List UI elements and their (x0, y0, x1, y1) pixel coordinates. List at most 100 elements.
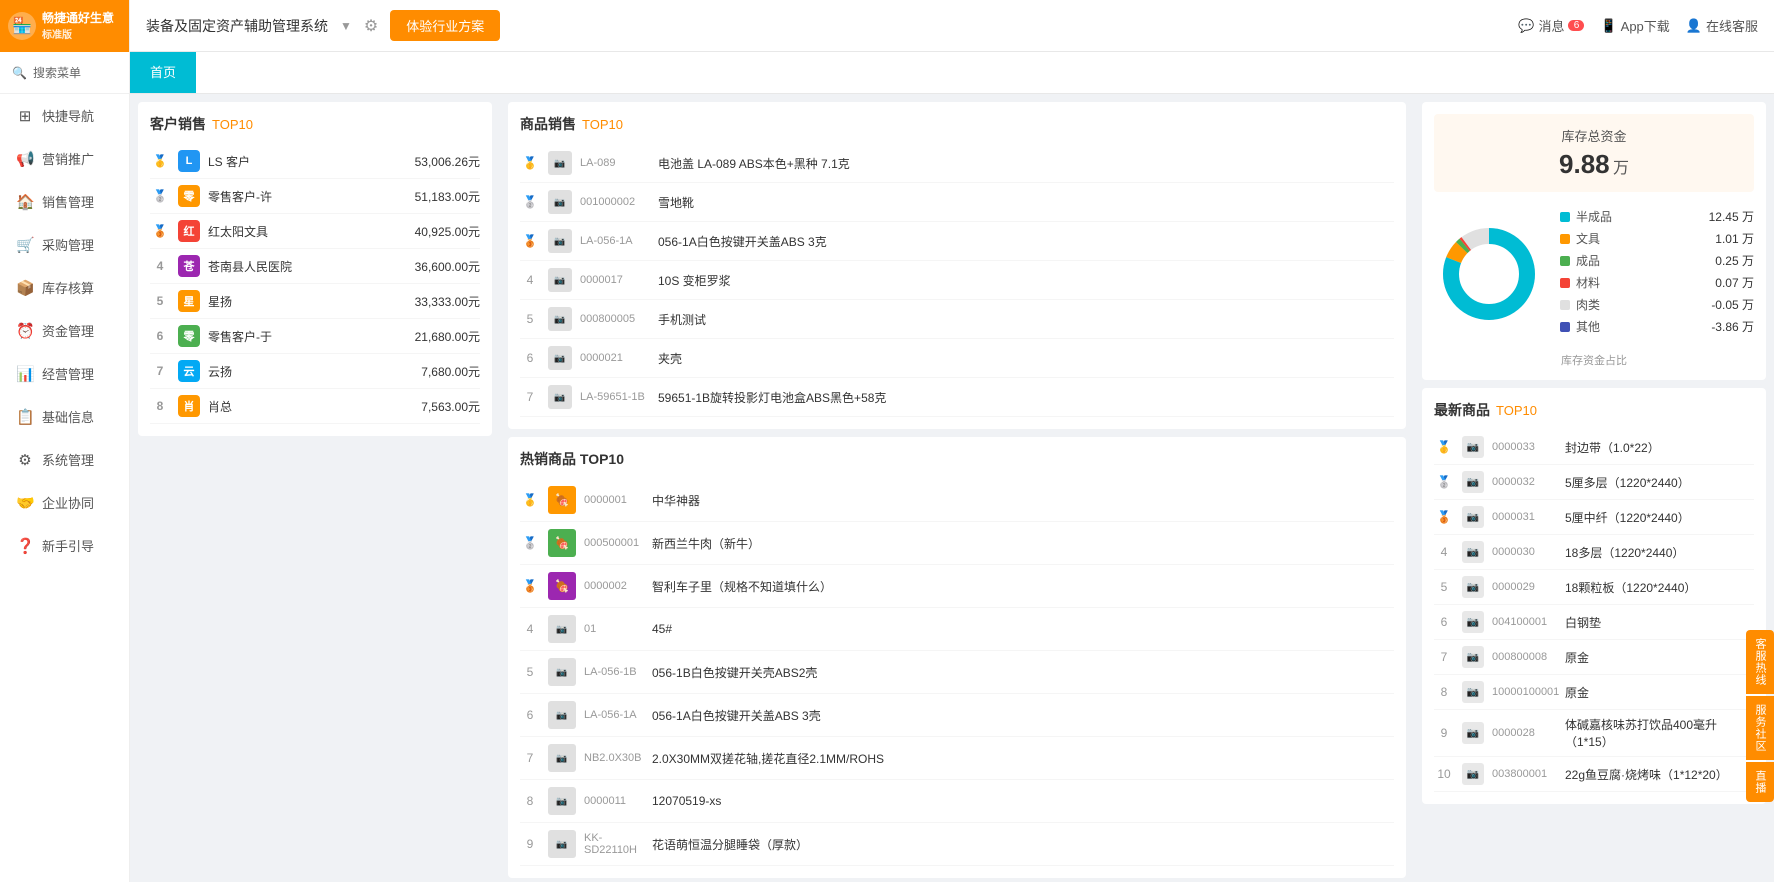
sidebar-item-enterprise[interactable]: 🤝企业协同 (0, 481, 129, 524)
hot-code: 0000001 (584, 494, 644, 506)
hot-rank-num: 9 (520, 837, 540, 851)
product-name: 10S 变柜罗浆 (658, 272, 1394, 289)
latest-product-row: 🥉 📷 0000031 5厘中纤（1220*2440） (1434, 500, 1754, 535)
customer-ranking-row: 6 零 零售客户-于 21,680.00元 (150, 319, 480, 354)
latest-name: 封边带（1.0*22） (1565, 439, 1754, 456)
latest-product-icon: 📷 (1462, 576, 1484, 598)
product-name: 056-1A白色按键开关盖ABS 3克 (658, 233, 1394, 250)
header: 装备及固定资产辅助管理系统 ▼ ⚙ 体验行业方案 💬 消息 6 📱 App下载 … (130, 0, 1774, 52)
main-wrap: 装备及固定资产辅助管理系统 ▼ ⚙ 体验行业方案 💬 消息 6 📱 App下载 … (130, 0, 1774, 882)
online-service-label: 在线客服 (1706, 16, 1758, 35)
ranking-num: 7 (150, 364, 170, 378)
hot-product-img: 🍖 (548, 572, 576, 600)
message-badge: 6 (1568, 20, 1584, 31)
hot-name: 花语萌恒温分腿睡袋（厚款） (652, 836, 1394, 853)
hot-product-row: 9 📷 KK-SD22110H 花语萌恒温分腿睡袋（厚款） (520, 823, 1394, 866)
hot-name: 056-1A白色按键开关盖ABS 3壳 (652, 707, 1394, 724)
latest-name: 白钢垫 (1565, 614, 1754, 631)
latest-name: 5厘多层（1220*2440） (1565, 474, 1754, 491)
legend-item: 半成品 12.45 万 (1560, 208, 1754, 225)
product-top10-label: TOP10 (582, 117, 623, 132)
tab-home[interactable]: 首页 (130, 52, 196, 93)
sidebar-item-marketing[interactable]: 📢营销推广 (0, 137, 129, 180)
service-btn-服务社区[interactable]: 服务社区 (1746, 696, 1774, 760)
legend-label: 半成品 (1576, 208, 1703, 225)
message-item[interactable]: 💬 消息 6 (1518, 16, 1584, 35)
search-section[interactable]: 🔍 搜索菜单 (0, 52, 129, 94)
product-code: 001000002 (580, 196, 650, 208)
search-menu-button[interactable]: 🔍 搜索菜单 (8, 60, 121, 85)
latest-code: 004100001 (1492, 616, 1557, 628)
product-name: 雪地靴 (658, 194, 1394, 211)
product-name: 手机测试 (658, 311, 1394, 328)
hot-product-row: 🥉 🍖 0000002 智利车子里（规格不知道填什么） (520, 565, 1394, 608)
customer-amount: 7,680.00元 (421, 363, 480, 380)
dropdown-arrow-icon[interactable]: ▼ (340, 19, 352, 33)
latest-product-row: 8 📷 10000100001 原金 (1434, 675, 1754, 710)
hot-rank-num: 5 (520, 665, 540, 679)
sidebar-item-inventory[interactable]: 📦库存核算 (0, 266, 129, 309)
sidebar-item-guide[interactable]: ❓新手引导 (0, 524, 129, 567)
hot-rank-num: 🥉 (520, 579, 540, 593)
legend-item: 成品 0.25 万 (1560, 252, 1754, 269)
hot-products-title: 热销商品 TOP10 (520, 449, 1394, 469)
hot-name: 056-1B白色按键开关壳ABS2壳 (652, 664, 1394, 681)
product-ranking-label: 商品销售 (520, 114, 576, 134)
settings-icon[interactable]: ⚙ (364, 16, 378, 36)
customer-ranking-row: 🥈 零 零售客户-许 51,183.00元 (150, 179, 480, 214)
legend-value: 1.01 万 (1715, 230, 1754, 247)
sidebar-item-purchase[interactable]: 🛒采购管理 (0, 223, 129, 266)
sidebar-item-basic[interactable]: 📋基础信息 (0, 395, 129, 438)
product-ranking-row: 7 📷 LA-59651-1B 59651-1B旋转投影灯电池盒ABS黑色+58… (520, 378, 1394, 417)
product-thumbnail: 📷 (548, 385, 572, 409)
sidebar-item-operation[interactable]: 📊经营管理 (0, 352, 129, 395)
sidebar-item-quicknav[interactable]: ⊞快捷导航 (0, 94, 129, 137)
customer-avatar: 云 (178, 360, 200, 382)
tabs: 首页 (130, 52, 1774, 94)
latest-name: 体碱嘉核味苏打饮品400毫升（1*15） (1565, 716, 1754, 750)
hot-product-row: 4 📷 01 45# (520, 608, 1394, 651)
latest-rank-num: 4 (1434, 545, 1454, 559)
hot-name: 新西兰牛肉（新牛） (652, 535, 1394, 552)
legend-item: 其他 -3.86 万 (1560, 318, 1754, 335)
latest-products-card: 最新商品 TOP10 🥇 📷 0000033 封边带（1.0*22） 🥈 📷 0… (1422, 388, 1766, 804)
customer-ranking-row: 🥇 L LS 客户 53,006.26元 (150, 144, 480, 179)
latest-products-title: 最新商品 TOP10 (1434, 400, 1754, 420)
service-btn-直播[interactable]: 直播 (1746, 762, 1774, 802)
latest-code: 0000031 (1492, 511, 1557, 523)
latest-code: 000800008 (1492, 651, 1557, 663)
phone-icon: 📱 (1600, 18, 1616, 34)
nav-icon-operation: 📊 (16, 365, 34, 383)
legend-dot (1560, 300, 1570, 310)
legend-value: -0.05 万 (1711, 296, 1754, 313)
customer-name: 云扬 (208, 363, 413, 380)
sidebar-item-finance[interactable]: ⏰资金管理 (0, 309, 129, 352)
hot-rank-num: 7 (520, 751, 540, 765)
hot-code: 0000002 (584, 580, 644, 592)
latest-rank-num: 5 (1434, 580, 1454, 594)
legend-label: 材料 (1576, 274, 1709, 291)
sidebar-item-sales[interactable]: 🏠销售管理 (0, 180, 129, 223)
header-title: 装备及固定资产辅助管理系统 (146, 16, 328, 36)
latest-code: 0000030 (1492, 546, 1557, 558)
product-thumbnail: 📷 (548, 346, 572, 370)
service-btn-客服热线[interactable]: 客服热线 (1746, 630, 1774, 694)
legend-item: 肉类 -0.05 万 (1560, 296, 1754, 313)
app-download-item[interactable]: 📱 App下载 (1600, 16, 1669, 35)
product-name: 夹壳 (658, 350, 1394, 367)
customer-amount: 53,006.26元 (415, 153, 480, 170)
legend-value: -3.86 万 (1711, 318, 1754, 335)
online-service-item[interactable]: 👤 在线客服 (1686, 16, 1758, 35)
hot-code: 000500001 (584, 537, 644, 549)
nav-label-marketing: 营销推广 (42, 149, 94, 168)
customer-avatar: 红 (178, 220, 200, 242)
hot-product-img: 📷 (548, 615, 576, 643)
customer-ranking-row: 5 星 星扬 33,333.00元 (150, 284, 480, 319)
trial-button[interactable]: 体验行业方案 (390, 10, 500, 41)
customer-amount: 7,563.00元 (421, 398, 480, 415)
hot-product-img: 📷 (548, 744, 576, 772)
message-label: 消息 (1538, 16, 1564, 35)
customer-name: 红太阳文具 (208, 223, 407, 240)
latest-name: 原金 (1565, 649, 1754, 666)
sidebar-item-system[interactable]: ⚙系统管理 (0, 438, 129, 481)
